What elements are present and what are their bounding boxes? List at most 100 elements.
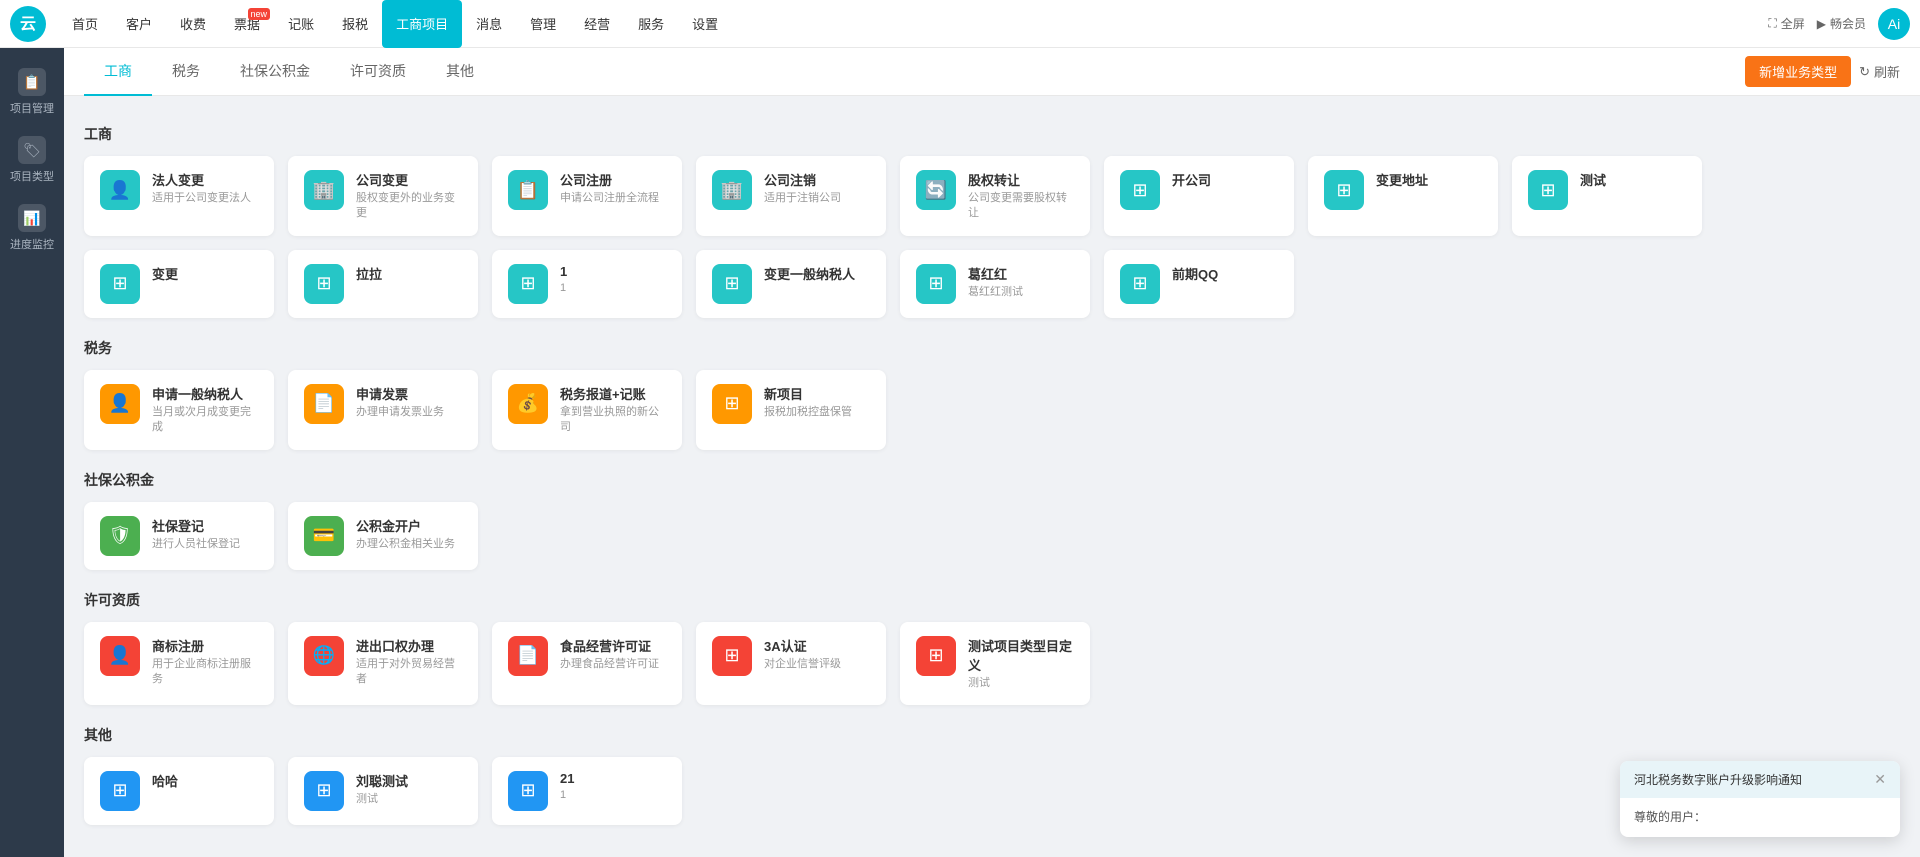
- card-open-company[interactable]: ⊞ 开公司: [1104, 156, 1294, 236]
- card-social-register[interactable]: 🛡 社保登记 进行人员社保登记: [84, 502, 274, 570]
- refresh-button[interactable]: ↻ 刷新: [1859, 62, 1900, 81]
- card-title: 变更一般纳税人: [764, 264, 855, 283]
- apply-taxpayer-icon: 👤: [100, 384, 140, 424]
- change-taxpayer-icon: ⊞: [712, 264, 752, 304]
- tab-license[interactable]: 许可资质: [330, 48, 426, 96]
- nav-operations[interactable]: 经营: [570, 0, 624, 48]
- nav-bookkeeping[interactable]: 记账: [274, 0, 328, 48]
- card-title: 开公司: [1172, 170, 1211, 189]
- card-desc: 拿到营业执照的新公司: [560, 405, 666, 436]
- card-title: 申请一般纳税人: [152, 384, 258, 403]
- avatar[interactable]: Ai: [1878, 8, 1910, 40]
- nav-home[interactable]: 首页: [58, 0, 112, 48]
- logo[interactable]: 云: [10, 6, 46, 42]
- liucong-icon: ⊞: [304, 771, 344, 811]
- scroll-content: 工商 👤 法人变更 适用于公司变更法人 🏢 公司变更 股权变更外的业务变更: [64, 96, 1920, 857]
- card-desc: 适用于注销公司: [764, 191, 841, 206]
- card-title: 哈哈: [152, 771, 178, 790]
- card-title: 1: [560, 264, 567, 279]
- add-type-button[interactable]: 新增业务类型: [1745, 56, 1851, 87]
- card-21[interactable]: ⊞ 21 1: [492, 757, 682, 825]
- card-import-export[interactable]: 🌐 进出口权办理 适用于对外贸易经营者: [288, 622, 478, 705]
- nav-manage[interactable]: 管理: [516, 0, 570, 48]
- card-one[interactable]: ⊞ 1 1: [492, 250, 682, 318]
- card-haha[interactable]: ⊞ 哈哈: [84, 757, 274, 825]
- project-type-icon: 🏷: [18, 136, 46, 164]
- apply-invoice-icon: 📄: [304, 384, 344, 424]
- sidebar: 📋 项目管理 🏷 项目类型 📊 进度监控: [0, 48, 64, 857]
- card-change[interactable]: ⊞ 变更: [84, 250, 274, 318]
- nav-billing[interactable]: 收费: [166, 0, 220, 48]
- card-lala[interactable]: ⊞ 拉拉: [288, 250, 478, 318]
- card-apply-invoice[interactable]: 📄 申请发票 办理申请发票业务: [288, 370, 478, 450]
- card-change-taxpayer[interactable]: ⊞ 变更一般纳税人: [696, 250, 886, 318]
- card-title: 社保登记: [152, 516, 240, 535]
- card-equity-transfer[interactable]: 🔄 股权转让 公司变更需要股权转让: [900, 156, 1090, 236]
- notification-close-btn[interactable]: ✕: [1874, 771, 1886, 788]
- card-title: 测试: [1580, 170, 1606, 189]
- tab-business[interactable]: 工商: [84, 48, 152, 96]
- fullscreen-icon: ⛶: [1768, 16, 1776, 31]
- card-apply-taxpayer[interactable]: 👤 申请一般纳税人 当月或次月成变更完成: [84, 370, 274, 450]
- company-cancel-icon: 🏢: [712, 170, 752, 210]
- change-address-icon: ⊞: [1324, 170, 1364, 210]
- card-3a[interactable]: ⊞ 3A认证 对企业信誉评级: [696, 622, 886, 705]
- card-company-cancel[interactable]: 🏢 公司注销 适用于注销公司: [696, 156, 886, 236]
- card-desc: 股权变更外的业务变更: [356, 191, 462, 222]
- nav-settings[interactable]: 设置: [678, 0, 732, 48]
- tab-tax[interactable]: 税务: [152, 48, 220, 96]
- card-desc: 用于企业商标注册服务: [152, 657, 258, 688]
- change-icon: ⊞: [100, 264, 140, 304]
- card-qq[interactable]: ⊞ 前期QQ: [1104, 250, 1294, 318]
- card-desc: 1: [560, 281, 567, 296]
- svg-text:云: 云: [20, 16, 36, 33]
- nav-tickets[interactable]: 票据 new: [220, 0, 274, 48]
- card-title: 申请发票: [356, 384, 444, 403]
- tab-other[interactable]: 其他: [426, 48, 494, 96]
- license-cards-grid: 👤 商标注册 用于企业商标注册服务 🌐 进出口权办理 适用于对外贸易经营者 📄: [84, 622, 1900, 705]
- card-change-address[interactable]: ⊞ 变更地址: [1308, 156, 1498, 236]
- card-title: 变更: [152, 264, 178, 283]
- 21-icon: ⊞: [508, 771, 548, 811]
- card-desc: 办理申请发票业务: [356, 405, 444, 420]
- card-company-register[interactable]: 📋 公司注册 申请公司注册全流程: [492, 156, 682, 236]
- card-fund-account[interactable]: 💳 公积金开户 办理公积金相关业务: [288, 502, 478, 570]
- card-new-project[interactable]: ⊞ 新项目 报税加税控盘保管: [696, 370, 886, 450]
- card-title: 税务报道+记账: [560, 384, 666, 403]
- sidebar-item-progress-monitor[interactable]: 📊 进度监控: [0, 194, 64, 262]
- card-title: 进出口权办理: [356, 636, 462, 655]
- business-cards-grid: 👤 法人变更 适用于公司变更法人 🏢 公司变更 股权变更外的业务变更 📋: [84, 156, 1900, 318]
- card-food-license[interactable]: 📄 食品经营许可证 办理食品经营许可证: [492, 622, 682, 705]
- member-btn[interactable]: ▶ 畅会员: [1817, 15, 1866, 32]
- section-title-social: 社保公积金: [84, 470, 1900, 490]
- card-desc: 公司变更需要股权转让: [968, 191, 1074, 222]
- sidebar-item-project-manage[interactable]: 📋 项目管理: [0, 58, 64, 126]
- nav-messages[interactable]: 消息: [462, 0, 516, 48]
- card-liucong[interactable]: ⊞ 刘聪测试 测试: [288, 757, 478, 825]
- card-company-change[interactable]: 🏢 公司变更 股权变更外的业务变更: [288, 156, 478, 236]
- nav-customer[interactable]: 客户: [112, 0, 166, 48]
- nav-business[interactable]: 工商项目: [382, 0, 462, 48]
- card-title: 前期QQ: [1172, 264, 1218, 283]
- nav-service[interactable]: 服务: [624, 0, 678, 48]
- card-test-type[interactable]: ⊞ 测试项目类型目定义 测试: [900, 622, 1090, 705]
- card-gehonghong[interactable]: ⊞ 葛红红 葛红红测试: [900, 250, 1090, 318]
- card-title: 食品经营许可证: [560, 636, 659, 655]
- tab-social-insurance[interactable]: 社保公积金: [220, 48, 330, 96]
- card-desc: 1: [560, 788, 574, 803]
- card-legal-change[interactable]: 👤 法人变更 适用于公司变更法人: [84, 156, 274, 236]
- nav-tax[interactable]: 报税: [328, 0, 382, 48]
- card-tax-report[interactable]: 💰 税务报道+记账 拿到营业执照的新公司: [492, 370, 682, 450]
- legal-change-icon: 👤: [100, 170, 140, 210]
- card-trademark[interactable]: 👤 商标注册 用于企业商标注册服务: [84, 622, 274, 705]
- card-desc: 葛红红测试: [968, 285, 1023, 300]
- card-test[interactable]: ⊞ 测试: [1512, 156, 1702, 236]
- qq-icon: ⊞: [1120, 264, 1160, 304]
- equity-transfer-icon: 🔄: [916, 170, 956, 210]
- tab-bar: 工商 税务 社保公积金 许可资质 其他 新增业务类型 ↻ 刷新: [64, 48, 1920, 96]
- sidebar-item-project-type[interactable]: 🏷 项目类型: [0, 126, 64, 194]
- progress-monitor-icon: 📊: [18, 204, 46, 232]
- one-icon: ⊞: [508, 264, 548, 304]
- card-title: 新项目: [764, 384, 852, 403]
- fullscreen-btn[interactable]: ⛶ 全屏: [1768, 15, 1804, 32]
